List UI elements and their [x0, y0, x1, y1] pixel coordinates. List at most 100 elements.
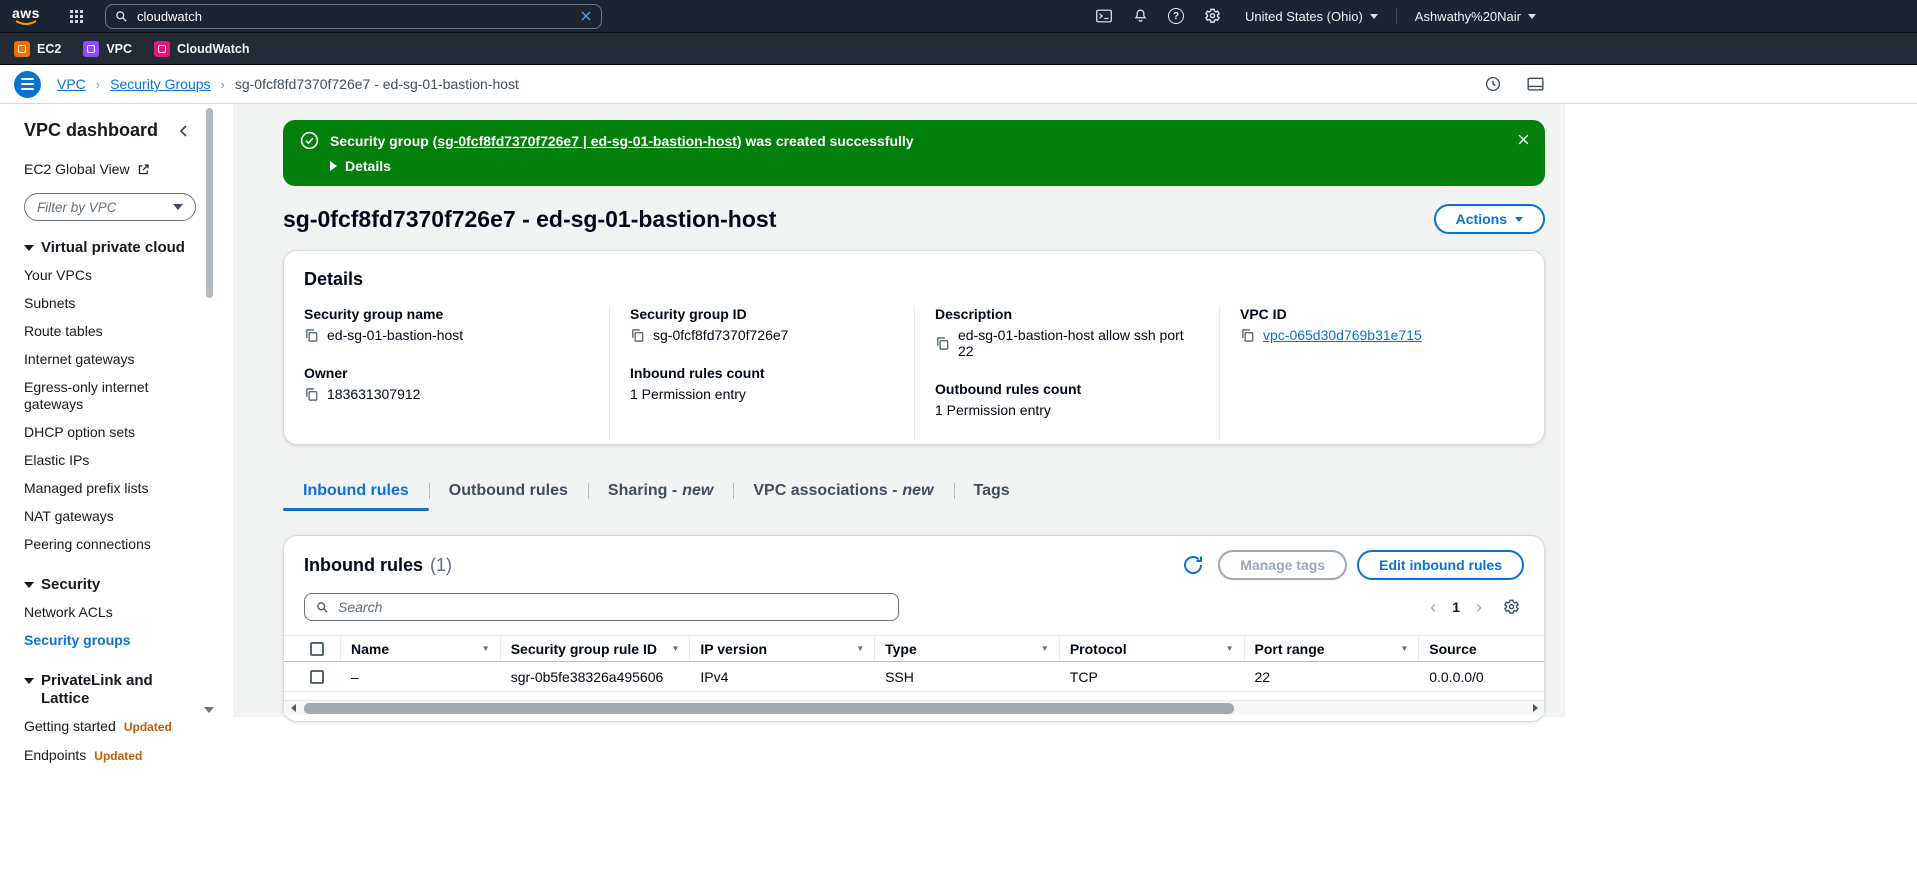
favorite-vpc[interactable]: VPC	[83, 40, 132, 57]
copy-icon[interactable]	[630, 328, 645, 343]
sort-icon[interactable]: ▼	[663, 644, 679, 653]
notifications-button[interactable]	[1125, 3, 1155, 29]
breadcrumb-link-security-groups[interactable]: Security Groups	[110, 76, 210, 92]
sort-icon[interactable]: ▼	[1392, 644, 1408, 653]
table-header-row: Name ▼ Security group rule ID ▼ IP version…	[284, 635, 1544, 662]
select-all-checkbox[interactable]	[310, 641, 324, 656]
copy-icon[interactable]	[935, 336, 950, 351]
vpc-id-link[interactable]: vpc-065d30d769b31e715	[1263, 327, 1422, 343]
aws-logo[interactable]: aws	[12, 6, 40, 26]
rules-search[interactable]	[304, 593, 899, 621]
sort-icon[interactable]: ▼	[1033, 644, 1049, 653]
topbar-search-input[interactable]	[136, 8, 579, 24]
table-preferences-button[interactable]	[1498, 594, 1524, 620]
settings-button[interactable]	[1197, 3, 1227, 29]
collapse-sidebar-icon[interactable]	[177, 124, 189, 138]
clear-search-icon[interactable]	[579, 9, 593, 23]
previous-page-icon[interactable]: ‹	[1430, 598, 1436, 616]
scrollbar-thumb[interactable]	[304, 702, 1235, 714]
breadcrumb-right-controls	[1484, 75, 1545, 93]
user-menu[interactable]: Ashwathy%20Nair	[1403, 3, 1548, 29]
scrollbar-track[interactable]	[302, 702, 1526, 714]
column-header-security-group-rule-id[interactable]: Security group rule ID ▼	[501, 636, 691, 661]
tab-outbound-rules[interactable]: Outbound rules	[429, 471, 588, 511]
sidebar-item-endpoints[interactable]: Endpoints Updated	[0, 741, 215, 770]
table-row[interactable]: – sgr-0b5fe38326a495606 IPv4 SSH TCP 22 …	[284, 662, 1544, 692]
section-caret-icon	[24, 582, 34, 588]
column-header-source[interactable]: Source	[1419, 636, 1544, 661]
current-page-number[interactable]: 1	[1452, 599, 1460, 615]
filter-by-vpc-select[interactable]: Filter by VPC	[24, 193, 196, 221]
sidebar-item-nat-gateways[interactable]: NAT gateways	[0, 502, 215, 530]
sidebar-item-ec2-global-view[interactable]: EC2 Global View	[24, 161, 150, 177]
ec2-service-icon	[14, 40, 30, 57]
favorite-ec2[interactable]: EC2	[14, 40, 61, 57]
sidebar-item-elastic-ips[interactable]: Elastic IPs	[0, 446, 215, 474]
filter-placeholder: Filter by VPC	[37, 199, 117, 215]
breadcrumb-link-vpc[interactable]: VPC	[57, 76, 86, 92]
region-selector[interactable]: United States (Ohio)	[1233, 3, 1390, 29]
select-all-checkbox-cell	[284, 636, 341, 661]
sidebar-item-peering-connections[interactable]: Peering connections	[0, 530, 215, 558]
column-header-ip-version[interactable]: IP version ▼	[690, 636, 876, 661]
side-nav-toggle-button[interactable]	[14, 70, 41, 98]
column-header-type[interactable]: Type ▼	[875, 636, 1060, 661]
sidebar-item-your-vpcs[interactable]: Your VPCs	[0, 261, 215, 289]
favorite-cloudwatch[interactable]: CloudWatch	[154, 40, 249, 57]
column-header-port-range[interactable]: Port range ▼	[1245, 636, 1420, 661]
services-menu-button[interactable]	[66, 6, 87, 27]
manage-tags-button[interactable]: Manage tags	[1218, 550, 1348, 580]
gear-icon	[1503, 599, 1519, 614]
copy-icon[interactable]	[1240, 328, 1255, 343]
scroll-left-arrow[interactable]	[284, 701, 302, 716]
tab-vpc-associations[interactable]: VPC associations - new	[733, 471, 953, 511]
right-empty-area	[1565, 104, 1917, 717]
banner-close-button[interactable]	[1516, 132, 1531, 147]
help-button[interactable]: ?	[1161, 3, 1191, 29]
topbar-search[interactable]	[104, 3, 602, 29]
column-header-protocol[interactable]: Protocol ▼	[1060, 636, 1245, 661]
sidebar-item-route-tables[interactable]: Route tables	[0, 317, 215, 345]
external-link-icon	[138, 163, 149, 174]
sidebar-section-privatelink-and-lattice[interactable]: PrivateLink and Lattice	[24, 672, 189, 708]
sort-icon[interactable]: ▼	[474, 644, 490, 653]
tab-sharing[interactable]: Sharing - new	[588, 471, 733, 511]
copy-icon[interactable]	[304, 328, 319, 343]
tab-inbound-rules[interactable]: Inbound rules	[283, 471, 429, 511]
sidebar-item-managed-prefix-lists[interactable]: Managed prefix lists	[0, 474, 215, 502]
sidebar-item-subnets[interactable]: Subnets	[0, 289, 215, 317]
split-panel-button[interactable]	[1526, 76, 1545, 93]
sidebar-item-security-groups[interactable]: Security groups	[0, 626, 215, 654]
cloudshell-button[interactable]	[1089, 3, 1119, 29]
refresh-icon	[1184, 556, 1203, 574]
inbound-rules-table: Name ▼ Security group rule ID ▼ IP version…	[284, 635, 1544, 692]
banner-sg-link[interactable]: sg-0fcf8fd7370f726e7 | ed-sg-01-bastion-…	[437, 133, 737, 149]
sidebar-item-egress-only-internet-gateways[interactable]: Egress-only internet gateways	[0, 373, 190, 418]
sort-icon[interactable]: ▼	[1218, 644, 1234, 653]
row-checkbox[interactable]	[310, 669, 324, 684]
column-header-name[interactable]: Name ▼	[341, 636, 501, 661]
refresh-button[interactable]	[1178, 550, 1208, 580]
banner-details-toggle[interactable]: Details	[330, 158, 1501, 174]
sidebar-section-security[interactable]: Security	[24, 576, 189, 594]
edit-inbound-rules-button[interactable]: Edit inbound rules	[1357, 550, 1524, 580]
app-body: VPC dashboard EC2 Global View Filter by …	[0, 104, 1917, 763]
sidebar-item-dhcp-option-sets[interactable]: DHCP option sets	[0, 418, 215, 446]
region-label: United States (Ohio)	[1245, 8, 1363, 24]
sidebar-item-getting-started[interactable]: Getting started Updated	[0, 712, 215, 741]
rules-search-input[interactable]	[338, 599, 888, 615]
split-panel-icon	[1527, 77, 1544, 91]
sidebar-item-network-acls[interactable]: Network ACLs	[0, 598, 215, 626]
copy-icon[interactable]	[304, 387, 319, 402]
history-button[interactable]	[1484, 75, 1502, 93]
actions-button[interactable]: Actions	[1433, 204, 1545, 234]
success-banner: Security group (sg-0fcf8fd7370f726e7 | e…	[283, 120, 1545, 186]
sidebar-scrollbar-thumb[interactable]	[206, 108, 213, 298]
sidebar-scrollbar-down-arrow[interactable]	[204, 707, 214, 713]
sidebar-section-virtual-private-cloud[interactable]: Virtual private cloud	[24, 239, 189, 257]
next-page-icon[interactable]: ›	[1476, 598, 1482, 616]
sidebar-item-internet-gateways[interactable]: Internet gateways	[0, 345, 215, 373]
scroll-right-arrow[interactable]	[1526, 701, 1544, 716]
sort-icon[interactable]: ▼	[848, 644, 864, 653]
tab-tags[interactable]: Tags	[954, 471, 1030, 511]
